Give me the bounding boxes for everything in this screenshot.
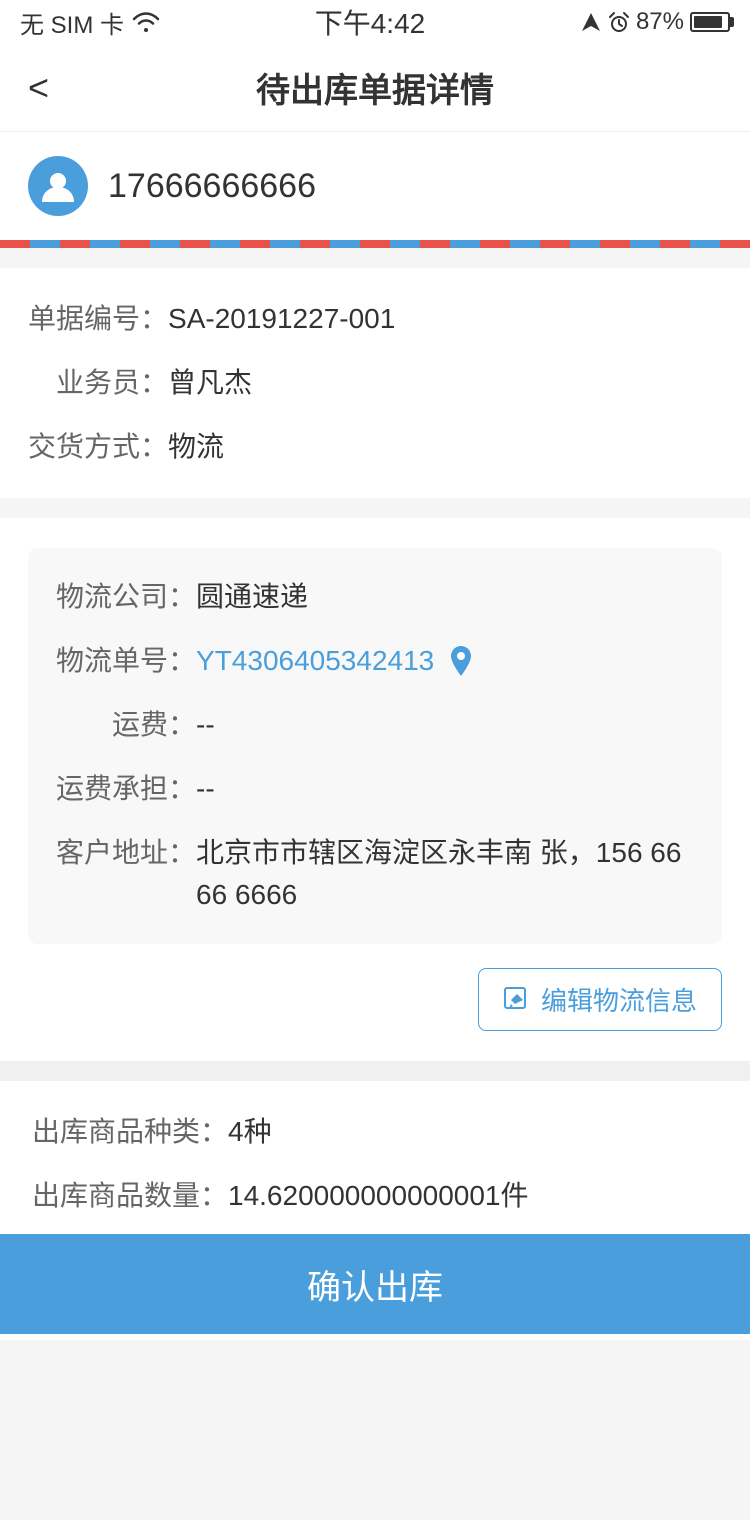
carrier-text: 无 SIM 卡 bbox=[20, 5, 124, 40]
customer-phone: 17666666666 bbox=[108, 167, 316, 206]
section-divider bbox=[0, 1061, 750, 1081]
logistics-company-row: 物流公司： 圆通速递 bbox=[56, 576, 694, 618]
status-bar: 无 SIM 卡 下午4:42 87% bbox=[0, 0, 750, 44]
battery-icon bbox=[690, 12, 730, 32]
edit-logistics-button[interactable]: 编辑物流信息 bbox=[478, 968, 722, 1031]
page-title: 待出库单据详情 bbox=[256, 63, 494, 112]
customer-avatar bbox=[28, 156, 88, 216]
logistics-card: 物流公司： 圆通速递 物流单号： YT43064053424​13 运费： --… bbox=[28, 548, 722, 944]
freight-value: -- bbox=[196, 704, 694, 746]
freight-bear-value: -- bbox=[196, 768, 694, 810]
freight-row: 运费： -- bbox=[56, 704, 694, 746]
goods-types-label: 出库商品种类： bbox=[28, 1111, 228, 1153]
order-number-label: 单据编号： bbox=[28, 298, 168, 340]
status-left: 无 SIM 卡 bbox=[20, 5, 160, 40]
order-basic-section: 单据编号： SA-20191227-001 业务员： 曾凡杰 交货方式： 物流 bbox=[0, 268, 750, 498]
logistics-company-value: 圆通速递 bbox=[196, 576, 694, 618]
location-arrow-icon bbox=[580, 11, 602, 33]
freight-bear-label: 运费承担： bbox=[56, 768, 196, 810]
logistics-section: 物流公司： 圆通速递 物流单号： YT43064053424​13 运费： --… bbox=[0, 518, 750, 1061]
staff-value: 曾凡杰 bbox=[168, 362, 722, 404]
freight-label: 运费： bbox=[56, 704, 196, 746]
edit-logistics-label: 编辑物流信息 bbox=[541, 981, 697, 1018]
status-right: 87% bbox=[580, 8, 730, 36]
goods-quantity-row: 出库商品数量： 14.620000000000001件 bbox=[28, 1175, 722, 1217]
goods-types-value: 4种 bbox=[228, 1111, 722, 1153]
customer-header: 17666666666 bbox=[0, 132, 750, 240]
battery-percent: 87% bbox=[636, 8, 684, 36]
time-display: 下午4:42 bbox=[315, 2, 426, 42]
tracking-number: YT43064053424​13 bbox=[196, 640, 434, 682]
edit-icon bbox=[503, 986, 531, 1014]
delivery-label: 交货方式： bbox=[28, 426, 168, 468]
alarm-icon bbox=[608, 11, 630, 33]
logistics-company-label: 物流公司： bbox=[56, 576, 196, 618]
confirm-bar[interactable]: 确认出库 bbox=[0, 1234, 750, 1334]
nav-bar: < 待出库单据详情 bbox=[0, 44, 750, 132]
order-number-row: 单据编号： SA-20191227-001 bbox=[28, 298, 722, 340]
location-pin-icon[interactable] bbox=[444, 644, 478, 678]
confirm-button-label: 确认出库 bbox=[307, 1260, 443, 1309]
address-label: 客户地址： bbox=[56, 832, 196, 874]
back-button[interactable]: < bbox=[28, 67, 49, 109]
bottom-spacer bbox=[0, 1340, 750, 1520]
tracking-value: YT43064053424​13 bbox=[196, 640, 694, 682]
edit-logistics-container: 编辑物流信息 bbox=[28, 968, 722, 1031]
goods-quantity-value: 14.620000000000001件 bbox=[228, 1175, 722, 1217]
goods-quantity-label: 出库商品数量： bbox=[28, 1175, 228, 1217]
tracking-row: 物流单号： YT43064053424​13 bbox=[56, 640, 694, 682]
freight-bear-row: 运费承担： -- bbox=[56, 768, 694, 810]
address-row: 客户地址： 北京市市辖区海淀区永丰南 张，156 6666 6666 bbox=[56, 832, 694, 916]
address-value: 北京市市辖区海淀区永丰南 张，156 6666 6666 bbox=[196, 832, 694, 916]
staff-label: 业务员： bbox=[28, 362, 168, 404]
wifi-icon bbox=[132, 12, 160, 32]
delivery-row: 交货方式： 物流 bbox=[28, 426, 722, 468]
order-number-value: SA-20191227-001 bbox=[168, 298, 722, 340]
goods-types-row: 出库商品种类： 4种 bbox=[28, 1111, 722, 1153]
staff-row: 业务员： 曾凡杰 bbox=[28, 362, 722, 404]
user-icon bbox=[40, 168, 76, 204]
dashed-divider bbox=[0, 240, 750, 248]
tracking-label: 物流单号： bbox=[56, 640, 196, 682]
delivery-value: 物流 bbox=[168, 426, 722, 468]
